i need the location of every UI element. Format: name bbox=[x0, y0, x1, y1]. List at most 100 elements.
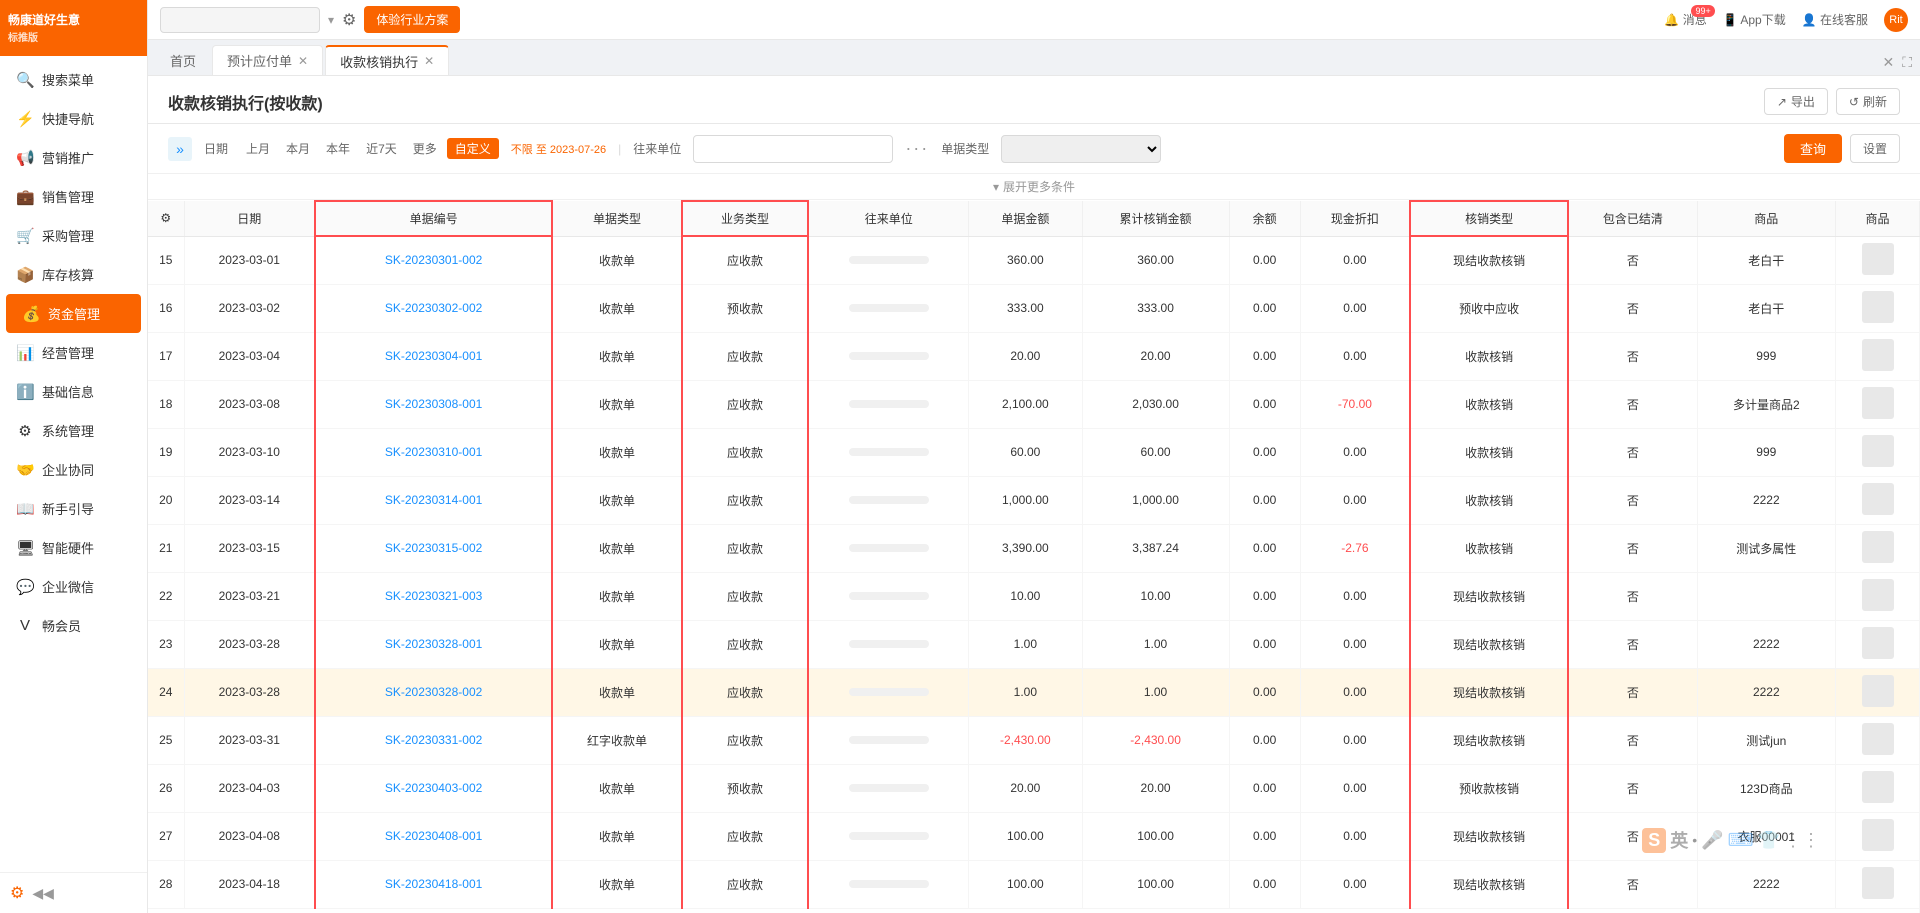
sidebar-item-库存核算[interactable]: 📦库存核算 bbox=[0, 255, 147, 294]
sidebar-item-快捷导航[interactable]: ⚡快捷导航 bbox=[0, 99, 147, 138]
doc-no-link[interactable]: SK-20230314-001 bbox=[385, 493, 482, 507]
col-amount: 单据金额 bbox=[969, 201, 1082, 236]
table-row[interactable]: 25 2023-03-31 SK-20230331-002 红字收款单 应收款 … bbox=[148, 716, 1920, 764]
doc-no-link[interactable]: SK-20230304-001 bbox=[385, 349, 482, 363]
doc-no-link[interactable]: SK-20230321-003 bbox=[385, 589, 482, 603]
query-button[interactable]: 查询 bbox=[1784, 134, 1842, 163]
tab-prepay[interactable]: 预计应付单 ✕ bbox=[212, 45, 323, 75]
cell-partner bbox=[808, 380, 968, 428]
sidebar-item-资金管理[interactable]: 💰资金管理 bbox=[6, 294, 141, 333]
cell-discount: 0.00 bbox=[1300, 620, 1410, 668]
cell-doc-no: SK-20230308-001 bbox=[315, 380, 552, 428]
doc-no-link[interactable]: SK-20230315-002 bbox=[385, 541, 482, 555]
cell-no: 24 bbox=[148, 668, 184, 716]
cell-product2 bbox=[1836, 236, 1920, 284]
cell-discount: -2.76 bbox=[1300, 524, 1410, 572]
table-row[interactable]: 23 2023-03-28 SK-20230328-001 收款单 应收款 1.… bbox=[148, 620, 1920, 668]
topbar-dropdown-arrow[interactable]: ▾ bbox=[328, 13, 334, 27]
tab-verify-close-icon[interactable]: ✕ bbox=[424, 54, 434, 68]
table-row[interactable]: 18 2023-03-08 SK-20230308-001 收款单 应收款 2,… bbox=[148, 380, 1920, 428]
table-row[interactable]: 21 2023-03-15 SK-20230315-002 收款单 应收款 3,… bbox=[148, 524, 1920, 572]
partner-filter-input[interactable] bbox=[693, 135, 893, 163]
table-row[interactable]: 19 2023-03-10 SK-20230310-001 收款单 应收款 60… bbox=[148, 428, 1920, 476]
cell-discount: 0.00 bbox=[1300, 668, 1410, 716]
sidebar-item-企业微信[interactable]: 💬企业微信 bbox=[0, 567, 147, 606]
tab-verify[interactable]: 收款核销执行 ✕ bbox=[325, 45, 449, 75]
date-custom-btn[interactable]: 自定义 bbox=[447, 138, 499, 159]
settings-icon[interactable]: ⚙ bbox=[10, 883, 24, 903]
expand-more-button[interactable]: ▾ 展开更多条件 bbox=[993, 178, 1075, 195]
sidebar-item-智能硬件[interactable]: 🖥智能硬件 bbox=[0, 528, 147, 567]
sidebar-item-销售管理[interactable]: 💼销售管理 bbox=[0, 177, 147, 216]
date-this-month-btn[interactable]: 本月 bbox=[280, 138, 316, 159]
table-row[interactable]: 17 2023-03-04 SK-20230304-001 收款单 应收款 20… bbox=[148, 332, 1920, 380]
doc-no-link[interactable]: SK-20230302-002 bbox=[385, 301, 482, 315]
tab-close-all-icon[interactable]: ✕ bbox=[1882, 54, 1894, 71]
cell-amount: -2,430.00 bbox=[969, 716, 1082, 764]
cell-discount: -70.00 bbox=[1300, 380, 1410, 428]
refresh-button[interactable]: ↺ 刷新 bbox=[1836, 88, 1900, 115]
table-row[interactable]: 27 2023-04-08 SK-20230408-001 收款单 应收款 10… bbox=[148, 812, 1920, 860]
user-avatar[interactable]: Rit bbox=[1884, 8, 1908, 32]
cell-discount: 0.00 bbox=[1300, 284, 1410, 332]
doc-no-link[interactable]: SK-20230328-002 bbox=[385, 685, 482, 699]
sidebar-item-企业协同[interactable]: 🤝企业协同 bbox=[0, 450, 147, 489]
doc-no-link[interactable]: SK-20230418-001 bbox=[385, 877, 482, 891]
doc-no-link[interactable]: SK-20230331-002 bbox=[385, 733, 482, 747]
col-settings[interactable]: ⚙ bbox=[148, 201, 184, 236]
cell-product2 bbox=[1836, 284, 1920, 332]
data-table-container[interactable]: ⚙ 日期 单据编号 单据类型 业务类型 往来单位 单据金额 累计核销金额 余额 … bbox=[148, 200, 1920, 913]
table-settings-button[interactable]: 设置 bbox=[1850, 134, 1900, 163]
table-row[interactable]: 20 2023-03-14 SK-20230314-001 收款单 应收款 1,… bbox=[148, 476, 1920, 524]
cell-include-settled: 否 bbox=[1568, 764, 1697, 812]
doc-no-link[interactable]: SK-20230408-001 bbox=[385, 829, 482, 843]
sidebar-item-系统管理[interactable]: ⚙系统管理 bbox=[0, 411, 147, 450]
tab-expand-icon[interactable]: ⛶ bbox=[1902, 54, 1912, 71]
topbar-gear-icon[interactable]: ⚙ bbox=[342, 10, 356, 30]
table-row[interactable]: 16 2023-03-02 SK-20230302-002 收款单 预收款 33… bbox=[148, 284, 1920, 332]
collapse-icon[interactable]: ◀◀ bbox=[32, 885, 54, 902]
filter-more-dots[interactable]: ··· bbox=[905, 138, 929, 159]
sidebar-item-营销推广[interactable]: 📢营销推广 bbox=[0, 138, 147, 177]
cell-doc-no: SK-20230328-002 bbox=[315, 668, 552, 716]
filter-toggle-button[interactable]: » bbox=[168, 137, 192, 161]
sidebar-item-畅会员[interactable]: V畅会员 bbox=[0, 606, 147, 645]
sidebar-item-采购管理[interactable]: 🛒采购管理 bbox=[0, 216, 147, 255]
col-product2: 商品 bbox=[1836, 201, 1920, 236]
message-badge[interactable]: 🔔 消息 99+ bbox=[1664, 11, 1706, 28]
topbar-search-input[interactable] bbox=[160, 7, 320, 33]
tab-prepay-close-icon[interactable]: ✕ bbox=[298, 54, 308, 68]
online-service-link[interactable]: 👤 在线客服 bbox=[1802, 11, 1868, 28]
date-more-btn[interactable]: 更多 bbox=[407, 138, 443, 159]
page-title: 收款核销执行(按收款) bbox=[168, 90, 323, 114]
cell-doc-type: 收款单 bbox=[552, 812, 682, 860]
table-row[interactable]: 22 2023-03-21 SK-20230321-003 收款单 应收款 10… bbox=[148, 572, 1920, 620]
cell-balance: 0.00 bbox=[1229, 284, 1300, 332]
doc-no-link[interactable]: SK-20230308-001 bbox=[385, 397, 482, 411]
table-row[interactable]: 28 2023-04-18 SK-20230418-001 收款单 应收款 10… bbox=[148, 860, 1920, 908]
date-last-month-btn[interactable]: 上月 bbox=[240, 138, 276, 159]
industry-solution-button[interactable]: 体验行业方案 bbox=[364, 6, 460, 33]
cell-partner bbox=[808, 236, 968, 284]
sidebar-item-新手引导[interactable]: 📖新手引导 bbox=[0, 489, 147, 528]
date-this-year-btn[interactable]: 本年 bbox=[320, 138, 356, 159]
table-row[interactable]: 15 2023-03-01 SK-20230301-002 收款单 应收款 36… bbox=[148, 236, 1920, 284]
cell-verify-type: 现结收款核销 bbox=[1410, 572, 1568, 620]
doc-no-link[interactable]: SK-20230310-001 bbox=[385, 445, 482, 459]
sidebar-item-搜索菜单[interactable]: 🔍搜索菜单 bbox=[0, 60, 147, 99]
app-download-link[interactable]: 📱 App下载 bbox=[1723, 11, 1786, 28]
date-7days-btn[interactable]: 近7天 bbox=[360, 138, 403, 159]
doc-no-link[interactable]: SK-20230301-002 bbox=[385, 253, 482, 267]
cell-partner bbox=[808, 284, 968, 332]
export-button[interactable]: ↗ 导出 bbox=[1764, 88, 1828, 115]
tab-home[interactable]: 首页 bbox=[156, 45, 210, 75]
tab-home-label: 首页 bbox=[170, 51, 196, 70]
page-header-buttons: ↗ 导出 ↺ 刷新 bbox=[1764, 88, 1900, 115]
sidebar-item-经营管理[interactable]: 📊经营管理 bbox=[0, 333, 147, 372]
doc-no-link[interactable]: SK-20230403-002 bbox=[385, 781, 482, 795]
doc-no-link[interactable]: SK-20230328-001 bbox=[385, 637, 482, 651]
table-row[interactable]: 26 2023-04-03 SK-20230403-002 收款单 预收款 20… bbox=[148, 764, 1920, 812]
sidebar-item-基础信息[interactable]: ℹ️基础信息 bbox=[0, 372, 147, 411]
doc-type-filter-select[interactable] bbox=[1001, 135, 1161, 163]
table-row[interactable]: 24 2023-03-28 SK-20230328-002 收款单 应收款 1.… bbox=[148, 668, 1920, 716]
